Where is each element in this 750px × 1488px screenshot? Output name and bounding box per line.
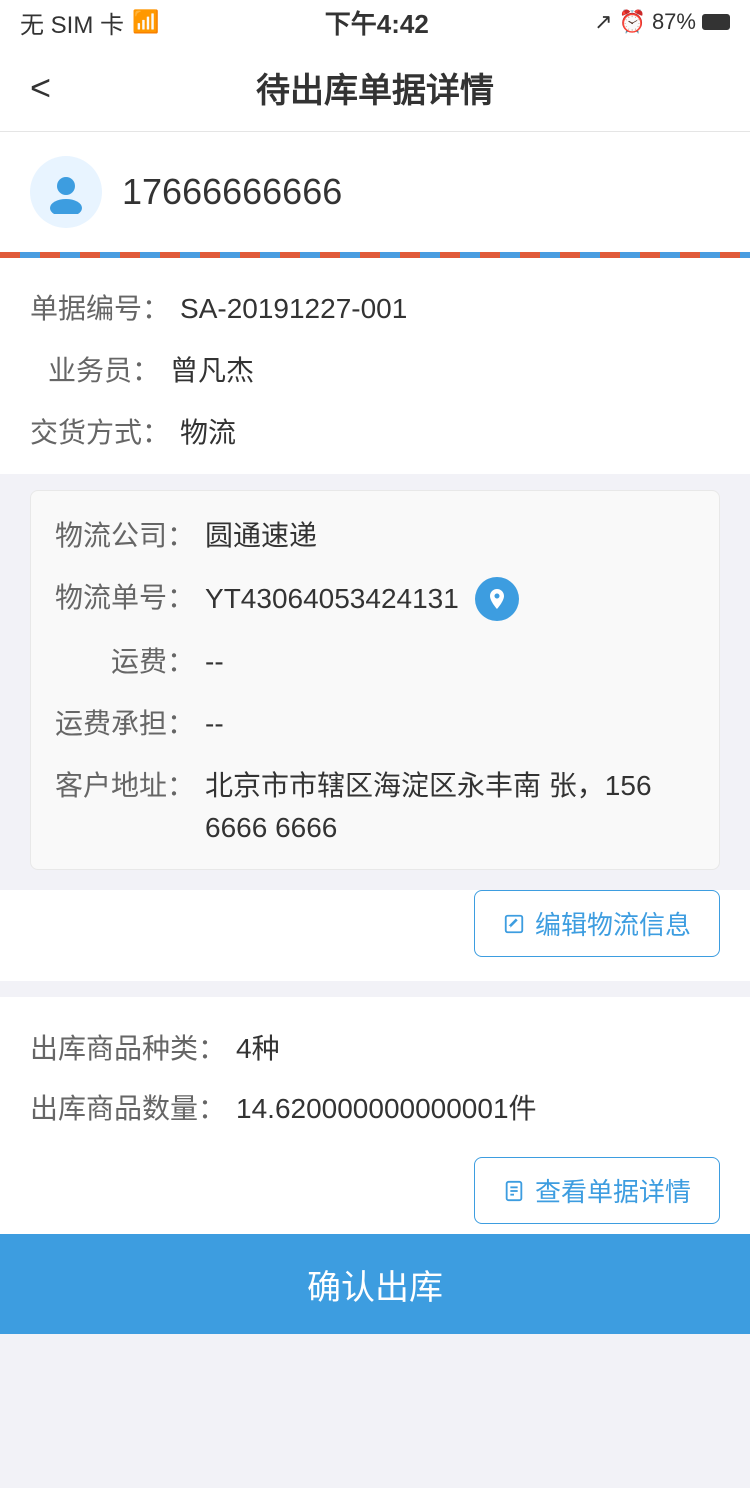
logistics-tracking-label: 物流单号：: [55, 577, 205, 619]
edit-btn-row: 编辑物流信息: [0, 890, 750, 981]
freight-bearer-row: 运费承担： --: [55, 703, 695, 745]
order-number-row: 单据编号： SA-20191227-001: [30, 288, 720, 330]
wifi-icon: 📶: [132, 9, 159, 35]
freight-label: 运费：: [55, 641, 205, 683]
carrier-text: 无 SIM 卡: [20, 5, 124, 40]
battery-text: 87%: [652, 9, 696, 35]
logistics-company-label: 物流公司：: [55, 515, 205, 557]
avatar: [30, 156, 102, 228]
freight-value: --: [205, 641, 695, 683]
edit-logistics-button[interactable]: 编辑物流信息: [474, 890, 720, 957]
goods-quantity-value: 14.620000000000001件: [236, 1087, 537, 1127]
delivery-value: 物流: [180, 412, 720, 454]
salesperson-value: 曾凡杰: [170, 350, 720, 392]
freight-bearer-label: 运费承担：: [55, 703, 205, 745]
logistics-company-value: 圆通速递: [205, 515, 695, 557]
salesperson-row: 业务员： 曾凡杰: [30, 350, 720, 392]
view-btn-row: 查看单据详情: [0, 1147, 750, 1248]
order-number-label: 单据编号：: [30, 288, 180, 330]
edit-icon: [503, 913, 525, 935]
alarm-icon: ⏰: [619, 9, 646, 35]
time-display: 下午4:42: [325, 4, 429, 41]
logistics-company-row: 物流公司： 圆通速递: [55, 515, 695, 557]
bottom-area: 确认出库: [0, 1234, 750, 1334]
document-icon: [503, 1180, 525, 1202]
goods-section: 出库商品种类： 4种 出库商品数量： 14.620000000000001件: [0, 997, 750, 1147]
goods-types-label: 出库商品种类：: [30, 1027, 236, 1067]
address-row: 客户地址： 北京市市辖区海淀区永丰南 张，156 6666 6666: [55, 765, 695, 849]
order-number-value: SA-20191227-001: [180, 288, 720, 330]
salesperson-label: 业务员：: [30, 350, 170, 392]
location-icon: ↗: [594, 9, 612, 35]
address-label: 客户地址：: [55, 765, 205, 807]
address-value: 北京市市辖区海淀区永丰南 张，156 6666 6666: [205, 765, 695, 849]
status-right: ↗ ⏰ 87%: [594, 9, 730, 35]
status-bar: 无 SIM 卡 📶 下午4:42 ↗ ⏰ 87%: [0, 0, 750, 44]
goods-types-row: 出库商品种类： 4种: [30, 1027, 720, 1067]
view-detail-button[interactable]: 查看单据详情: [474, 1157, 720, 1224]
confirm-outbound-button[interactable]: 确认出库: [0, 1234, 750, 1334]
battery-icon: [702, 14, 730, 30]
customer-phone: 17666666666: [122, 171, 342, 213]
nav-bar: < 待出库单据详情: [0, 44, 750, 132]
page-title: 待出库单据详情: [256, 63, 494, 112]
logistics-tracking-value: YT43064053424131: [205, 577, 695, 621]
customer-header: 17666666666: [0, 132, 750, 252]
section-divider-1: [0, 981, 750, 997]
logistics-card: 物流公司： 圆通速递 物流单号： YT43064053424131 运费： --…: [30, 490, 720, 870]
delivery-label: 交货方式：: [30, 412, 180, 454]
person-icon: [44, 170, 88, 214]
tracking-location-icon[interactable]: [475, 577, 519, 621]
status-left: 无 SIM 卡 📶: [20, 5, 159, 40]
freight-row: 运费： --: [55, 641, 695, 683]
back-button[interactable]: <: [20, 57, 61, 119]
goods-quantity-row: 出库商品数量： 14.620000000000001件: [30, 1087, 720, 1127]
goods-types-value: 4种: [236, 1027, 280, 1067]
order-info-section: 单据编号： SA-20191227-001 业务员： 曾凡杰 交货方式： 物流: [0, 258, 750, 474]
goods-quantity-label: 出库商品数量：: [30, 1087, 236, 1127]
logistics-tracking-row: 物流单号： YT43064053424131: [55, 577, 695, 621]
delivery-row: 交货方式： 物流: [30, 412, 720, 454]
freight-bearer-value: --: [205, 703, 695, 745]
